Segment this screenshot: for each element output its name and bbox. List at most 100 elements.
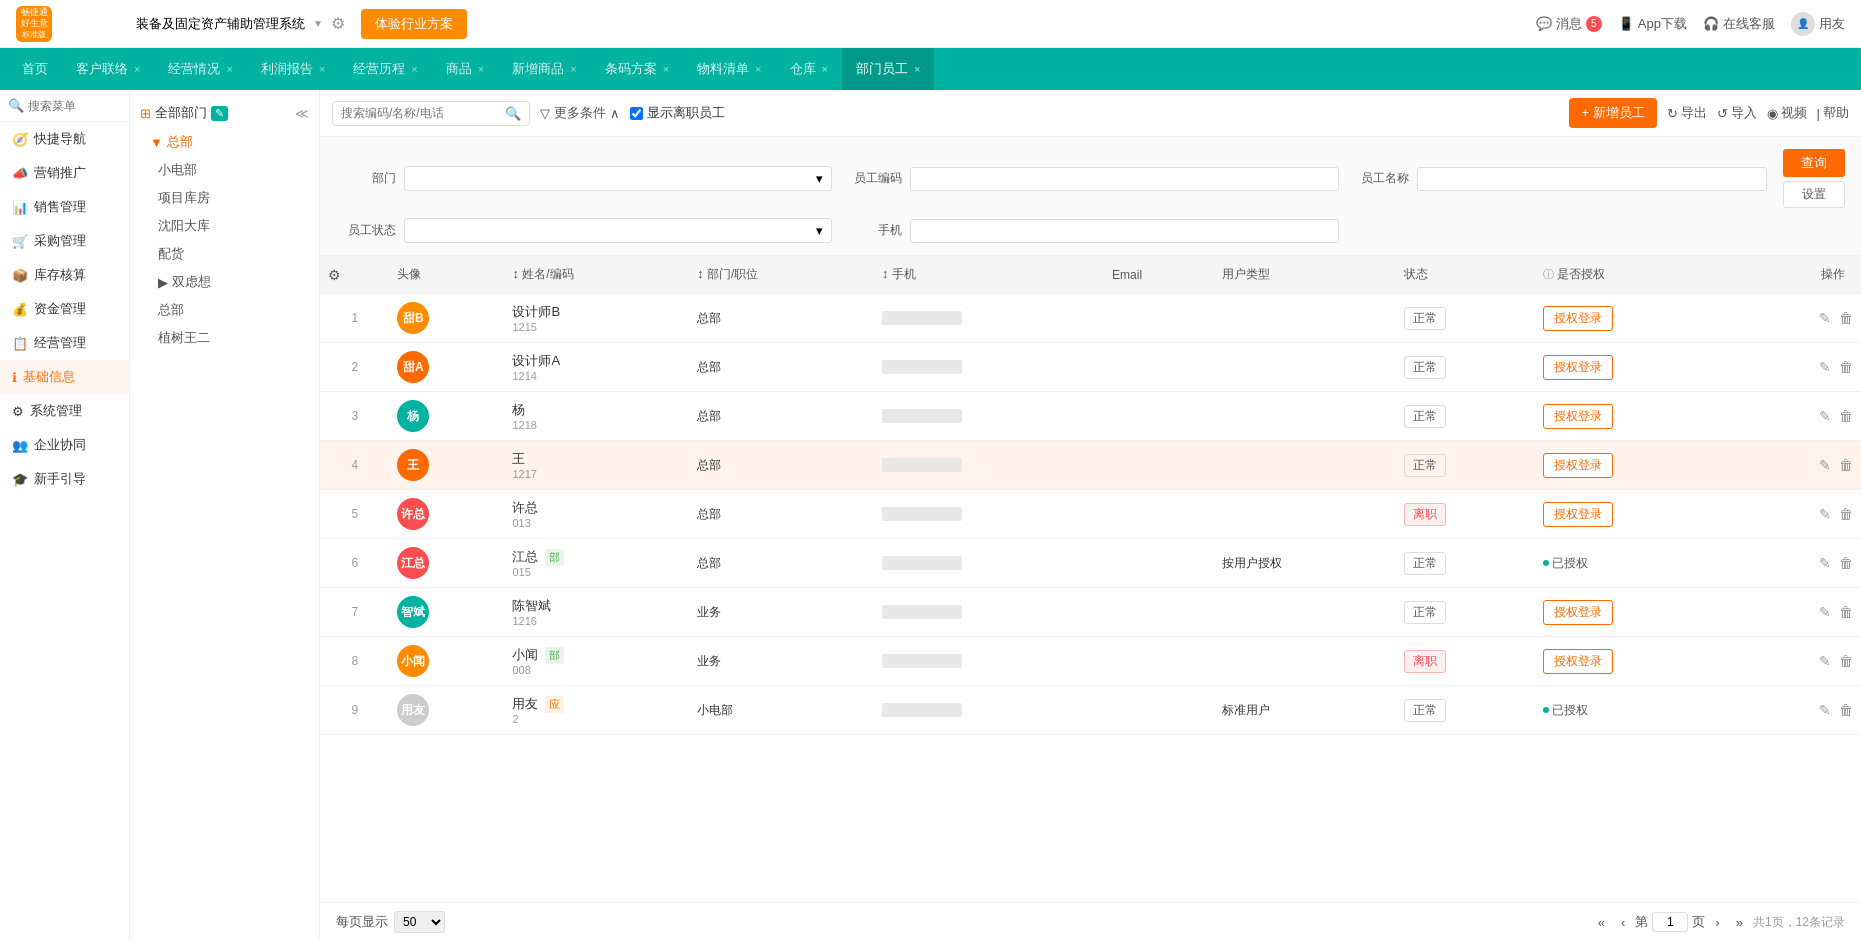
empname-filter-input[interactable] — [1417, 167, 1767, 191]
edit-icon[interactable]: ✎ — [1819, 359, 1831, 375]
user-area[interactable]: 👤 用友 — [1791, 12, 1845, 36]
show-resigned-checkbox[interactable]: 显示离职员工 — [630, 104, 725, 122]
close-icon[interactable]: × — [226, 63, 232, 75]
sidebar-item-shortcut[interactable]: 🧭 快捷导航 — [0, 122, 129, 156]
close-icon[interactable]: × — [755, 63, 761, 75]
more-conditions-btn[interactable]: ▽ 更多条件 ∧ — [540, 104, 620, 122]
delete-icon[interactable]: 🗑 — [1839, 653, 1853, 669]
view-button[interactable]: ◉ 视频 — [1767, 104, 1807, 122]
dept-item-peihuo[interactable]: 配货 — [130, 240, 319, 268]
export-button[interactable]: ↻ 导出 — [1667, 104, 1707, 122]
import-button[interactable]: ↺ 导入 — [1717, 104, 1757, 122]
tab-operation[interactable]: 经营情况× — [154, 48, 246, 90]
edit-icon[interactable]: ✎ — [1819, 506, 1831, 522]
edit-icon[interactable]: ✎ — [1819, 555, 1831, 571]
dept-edit-icon[interactable]: ✎ — [211, 106, 228, 121]
trial-button[interactable]: 体验行业方案 — [361, 9, 467, 39]
close-icon[interactable]: × — [411, 63, 417, 75]
query-button[interactable]: 查询 — [1783, 149, 1845, 177]
search-input[interactable] — [341, 106, 501, 120]
sidebar-item-sales[interactable]: 📊 销售管理 — [0, 190, 129, 224]
close-icon[interactable]: × — [822, 63, 828, 75]
auth-button[interactable]: 授权登录 — [1543, 600, 1613, 625]
dept-item-shenyang[interactable]: 沈阳大库 — [130, 212, 319, 240]
delete-icon[interactable]: 🗑 — [1839, 310, 1853, 326]
next-page-btn[interactable]: › — [1709, 913, 1725, 932]
dept-item-zhishu[interactable]: 植树王二 — [130, 324, 319, 352]
tab-bom[interactable]: 物料清单× — [683, 48, 775, 90]
delete-icon[interactable]: 🗑 — [1839, 604, 1853, 620]
sidebar-item-purchase[interactable]: 🛒 采购管理 — [0, 224, 129, 258]
col-name[interactable]: ↕ 姓名/编码 — [504, 256, 689, 294]
delete-icon[interactable]: 🗑 — [1839, 359, 1853, 375]
auth-button[interactable]: 授权登录 — [1543, 404, 1613, 429]
tab-goods[interactable]: 商品× — [432, 48, 498, 90]
all-dept-item[interactable]: ⊞ 全部部门 ✎ ≪ — [130, 98, 319, 128]
col-dept[interactable]: ↕ 部门/职位 — [689, 256, 874, 294]
tab-history[interactable]: 经营历程× — [339, 48, 431, 90]
close-icon[interactable]: × — [914, 63, 920, 75]
delete-icon[interactable]: 🗑 — [1839, 457, 1853, 473]
messages-button[interactable]: 💬 消息 5 — [1536, 15, 1602, 33]
sidebar-item-basic-info[interactable]: ℹ 基础信息 — [0, 360, 129, 394]
dept-filter-select[interactable]: ▾ — [404, 166, 832, 191]
app-download-button[interactable]: 📱 App下载 — [1618, 15, 1687, 33]
first-page-btn[interactable]: « — [1592, 913, 1611, 932]
tab-customer[interactable]: 客户联络× — [62, 48, 154, 90]
delete-icon[interactable]: 🗑 — [1839, 702, 1853, 718]
edit-icon[interactable]: ✎ — [1819, 457, 1831, 473]
delete-icon[interactable]: 🗑 — [1839, 555, 1853, 571]
close-icon[interactable]: × — [663, 63, 669, 75]
page-number-input[interactable] — [1652, 912, 1688, 932]
system-dropdown-icon[interactable]: ▼ — [313, 18, 323, 29]
gear-icon[interactable]: ⚙ — [331, 14, 345, 33]
empcode-filter-input[interactable] — [910, 167, 1338, 191]
tab-add-goods[interactable]: 新增商品× — [498, 48, 590, 90]
auth-button[interactable]: 授权登录 — [1543, 306, 1613, 331]
dept-item-zongbu[interactable]: ▼ 总部 — [130, 128, 319, 156]
per-page-select[interactable]: 50 20 100 — [394, 911, 445, 933]
edit-icon[interactable]: ✎ — [1819, 653, 1831, 669]
sidebar-item-system[interactable]: ⚙ 系统管理 — [0, 394, 129, 428]
delete-icon[interactable]: 🗑 — [1839, 506, 1853, 522]
delete-icon[interactable]: 🗑 — [1839, 408, 1853, 424]
auth-button[interactable]: 授权登录 — [1543, 453, 1613, 478]
sidebar-item-marketing[interactable]: 📣 营销推广 — [0, 156, 129, 190]
auth-button[interactable]: 授权登录 — [1543, 502, 1613, 527]
close-icon[interactable]: × — [134, 63, 140, 75]
dept-item-shuanglu[interactable]: ▶ 双虑想 — [130, 268, 319, 296]
auth-button[interactable]: 授权登录 — [1543, 649, 1613, 674]
tab-barcode[interactable]: 条码方案× — [591, 48, 683, 90]
reset-button[interactable]: 设置 — [1783, 181, 1845, 208]
col-settings[interactable]: ⚙ — [320, 256, 389, 294]
sidebar-item-collab[interactable]: 👥 企业协同 — [0, 428, 129, 462]
tab-home[interactable]: 首页 — [8, 48, 62, 90]
phone-filter-input[interactable] — [910, 219, 1338, 243]
sidebar-item-operation-mgmt[interactable]: 📋 经营管理 — [0, 326, 129, 360]
sidebar-item-guide[interactable]: 🎓 新手引导 — [0, 462, 129, 496]
sidebar-search-box[interactable]: 🔍 — [0, 90, 129, 122]
close-icon[interactable]: × — [570, 63, 576, 75]
sidebar-item-finance[interactable]: 💰 资金管理 — [0, 292, 129, 326]
add-employee-button[interactable]: + 新增员工 — [1569, 98, 1656, 128]
close-icon[interactable]: × — [319, 63, 325, 75]
auth-button[interactable]: 授权登录 — [1543, 355, 1613, 380]
online-service-button[interactable]: 🎧 在线客服 — [1703, 15, 1775, 33]
tab-warehouse[interactable]: 仓库× — [776, 48, 842, 90]
last-page-btn[interactable]: » — [1730, 913, 1749, 932]
edit-icon[interactable]: ✎ — [1819, 310, 1831, 326]
empstatus-filter-select[interactable]: ▾ — [404, 218, 832, 243]
collapse-icon[interactable]: ≪ — [295, 106, 309, 121]
col-phone[interactable]: ↕ 手机 — [874, 256, 1104, 294]
tab-profit[interactable]: 利润报告× — [247, 48, 339, 90]
edit-icon[interactable]: ✎ — [1819, 702, 1831, 718]
dept-item-project[interactable]: 项目库房 — [130, 184, 319, 212]
help-button[interactable]: | 帮助 — [1817, 104, 1849, 122]
sidebar-item-inventory[interactable]: 📦 库存核算 — [0, 258, 129, 292]
sidebar-search-input[interactable] — [28, 99, 130, 113]
dept-item-zongbu2[interactable]: 总部 — [130, 296, 319, 324]
edit-icon[interactable]: ✎ — [1819, 408, 1831, 424]
edit-icon[interactable]: ✎ — [1819, 604, 1831, 620]
close-icon[interactable]: × — [478, 63, 484, 75]
search-box[interactable]: 🔍 — [332, 101, 530, 126]
